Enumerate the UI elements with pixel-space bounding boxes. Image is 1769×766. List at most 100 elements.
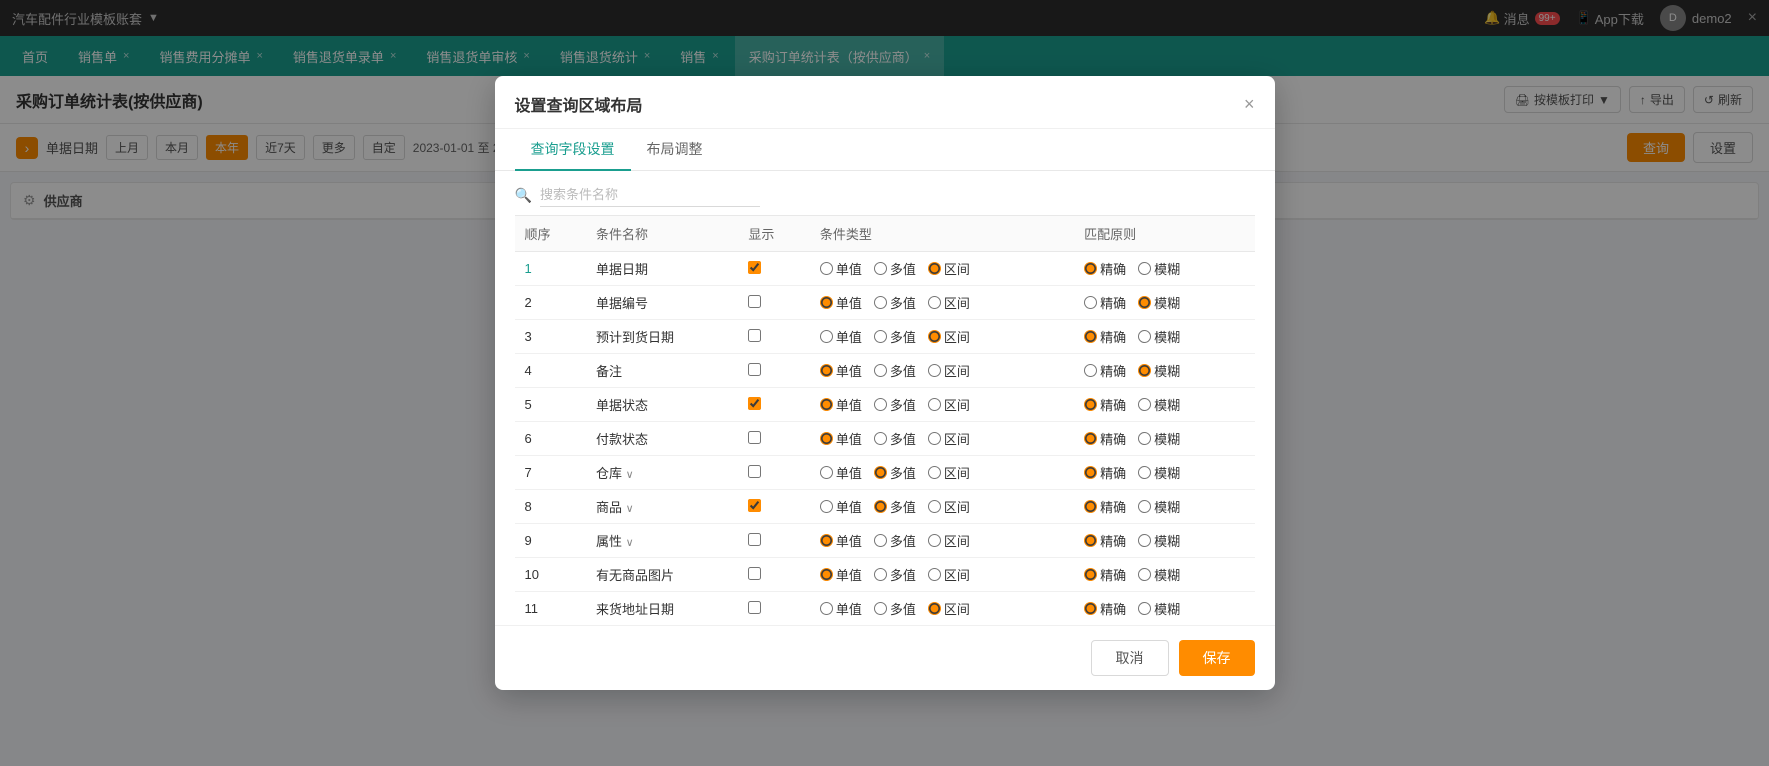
- type-radio-item-多值[interactable]: 多值: [874, 565, 916, 584]
- type-radio-多值[interactable]: [874, 602, 887, 615]
- match-radio-item-模糊[interactable]: 模糊: [1138, 463, 1180, 482]
- match-radio-模糊[interactable]: [1138, 296, 1151, 309]
- type-radio-item-单值[interactable]: 单值: [820, 463, 862, 482]
- display-checkbox[interactable]: [748, 397, 761, 410]
- type-radio-item-区间[interactable]: 区间: [928, 361, 970, 380]
- type-radio-多值[interactable]: [874, 568, 887, 581]
- type-radio-单值[interactable]: [820, 364, 833, 377]
- match-radio-item-模糊[interactable]: 模糊: [1138, 361, 1180, 380]
- match-radio-item-精确[interactable]: 精确: [1084, 327, 1126, 346]
- type-radio-单值[interactable]: [820, 602, 833, 615]
- match-radio-精确[interactable]: [1084, 602, 1097, 615]
- type-radio-item-多值[interactable]: 多值: [874, 259, 916, 278]
- search-input[interactable]: [540, 183, 760, 207]
- type-radio-item-单值[interactable]: 单值: [820, 361, 862, 380]
- type-radio-单值[interactable]: [820, 330, 833, 343]
- type-radio-item-单值[interactable]: 单值: [820, 531, 862, 550]
- type-radio-item-单值[interactable]: 单值: [820, 395, 862, 414]
- match-radio-item-模糊[interactable]: 模糊: [1138, 429, 1180, 448]
- type-radio-多值[interactable]: [874, 364, 887, 377]
- match-radio-模糊[interactable]: [1138, 534, 1151, 547]
- type-radio-item-区间[interactable]: 区间: [928, 429, 970, 448]
- type-radio-item-区间[interactable]: 区间: [928, 531, 970, 550]
- modal-overlay[interactable]: 设置查询区域布局 × 查询字段设置 布局调整 🔍 顺序 条件名称: [0, 0, 1769, 766]
- type-radio-多值[interactable]: [874, 432, 887, 445]
- type-radio-多值[interactable]: [874, 534, 887, 547]
- match-radio-精确[interactable]: [1084, 398, 1097, 411]
- match-radio-模糊[interactable]: [1138, 398, 1151, 411]
- save-button[interactable]: 保存: [1179, 640, 1255, 676]
- type-radio-区间[interactable]: [928, 602, 941, 615]
- type-radio-item-多值[interactable]: 多值: [874, 599, 916, 618]
- type-radio-多值[interactable]: [874, 330, 887, 343]
- type-radio-item-区间[interactable]: 区间: [928, 259, 970, 278]
- match-radio-精确[interactable]: [1084, 296, 1097, 309]
- match-radio-精确[interactable]: [1084, 364, 1097, 377]
- type-radio-区间[interactable]: [928, 262, 941, 275]
- type-radio-item-多值[interactable]: 多值: [874, 395, 916, 414]
- match-radio-精确[interactable]: [1084, 568, 1097, 581]
- match-radio-item-精确[interactable]: 精确: [1084, 463, 1126, 482]
- type-radio-区间[interactable]: [928, 500, 941, 513]
- match-radio-item-精确[interactable]: 精确: [1084, 395, 1126, 414]
- type-radio-item-单值[interactable]: 单值: [820, 497, 862, 516]
- match-radio-模糊[interactable]: [1138, 500, 1151, 513]
- type-radio-区间[interactable]: [928, 568, 941, 581]
- type-radio-单值[interactable]: [820, 432, 833, 445]
- match-radio-模糊[interactable]: [1138, 364, 1151, 377]
- match-radio-模糊[interactable]: [1138, 330, 1151, 343]
- display-checkbox[interactable]: [748, 567, 761, 580]
- tab-layout-adjust[interactable]: 布局调整: [631, 129, 719, 171]
- type-radio-区间[interactable]: [928, 330, 941, 343]
- type-radio-区间[interactable]: [928, 296, 941, 309]
- type-radio-item-单值[interactable]: 单值: [820, 599, 862, 618]
- match-radio-item-精确[interactable]: 精确: [1084, 293, 1126, 312]
- display-checkbox[interactable]: [748, 295, 761, 308]
- match-radio-模糊[interactable]: [1138, 602, 1151, 615]
- match-radio-item-精确[interactable]: 精确: [1084, 429, 1126, 448]
- match-radio-item-模糊[interactable]: 模糊: [1138, 497, 1180, 516]
- display-checkbox[interactable]: [748, 329, 761, 342]
- match-radio-item-精确[interactable]: 精确: [1084, 259, 1126, 278]
- match-radio-模糊[interactable]: [1138, 568, 1151, 581]
- type-radio-item-多值[interactable]: 多值: [874, 293, 916, 312]
- match-radio-item-模糊[interactable]: 模糊: [1138, 395, 1180, 414]
- type-radio-item-多值[interactable]: 多值: [874, 497, 916, 516]
- type-radio-item-单值[interactable]: 单值: [820, 429, 862, 448]
- type-radio-item-区间[interactable]: 区间: [928, 395, 970, 414]
- match-radio-精确[interactable]: [1084, 466, 1097, 479]
- match-radio-item-模糊[interactable]: 模糊: [1138, 531, 1180, 550]
- match-radio-item-精确[interactable]: 精确: [1084, 497, 1126, 516]
- type-radio-item-单值[interactable]: 单值: [820, 565, 862, 584]
- type-radio-单值[interactable]: [820, 398, 833, 411]
- display-checkbox[interactable]: [748, 533, 761, 546]
- type-radio-item-多值[interactable]: 多值: [874, 327, 916, 346]
- match-radio-模糊[interactable]: [1138, 466, 1151, 479]
- match-radio-item-精确[interactable]: 精确: [1084, 565, 1126, 584]
- type-radio-单值[interactable]: [820, 500, 833, 513]
- cancel-button[interactable]: 取消: [1091, 640, 1169, 676]
- type-radio-item-单值[interactable]: 单值: [820, 259, 862, 278]
- display-checkbox[interactable]: [748, 499, 761, 512]
- display-checkbox[interactable]: [748, 261, 761, 274]
- match-radio-item-模糊[interactable]: 模糊: [1138, 293, 1180, 312]
- type-radio-item-区间[interactable]: 区间: [928, 293, 970, 312]
- match-radio-item-模糊[interactable]: 模糊: [1138, 259, 1180, 278]
- type-radio-多值[interactable]: [874, 500, 887, 513]
- type-radio-item-多值[interactable]: 多值: [874, 429, 916, 448]
- match-radio-精确[interactable]: [1084, 500, 1097, 513]
- match-radio-精确[interactable]: [1084, 330, 1097, 343]
- type-radio-item-区间[interactable]: 区间: [928, 497, 970, 516]
- match-radio-精确[interactable]: [1084, 534, 1097, 547]
- display-checkbox[interactable]: [748, 431, 761, 444]
- type-radio-item-区间[interactable]: 区间: [928, 599, 970, 618]
- match-radio-item-精确[interactable]: 精确: [1084, 361, 1126, 380]
- type-radio-多值[interactable]: [874, 466, 887, 479]
- type-radio-区间[interactable]: [928, 364, 941, 377]
- type-radio-多值[interactable]: [874, 398, 887, 411]
- type-radio-item-单值[interactable]: 单值: [820, 293, 862, 312]
- modal-close-button[interactable]: ×: [1244, 95, 1255, 113]
- tab-query-fields[interactable]: 查询字段设置: [515, 129, 631, 171]
- type-radio-区间[interactable]: [928, 466, 941, 479]
- type-radio-区间[interactable]: [928, 398, 941, 411]
